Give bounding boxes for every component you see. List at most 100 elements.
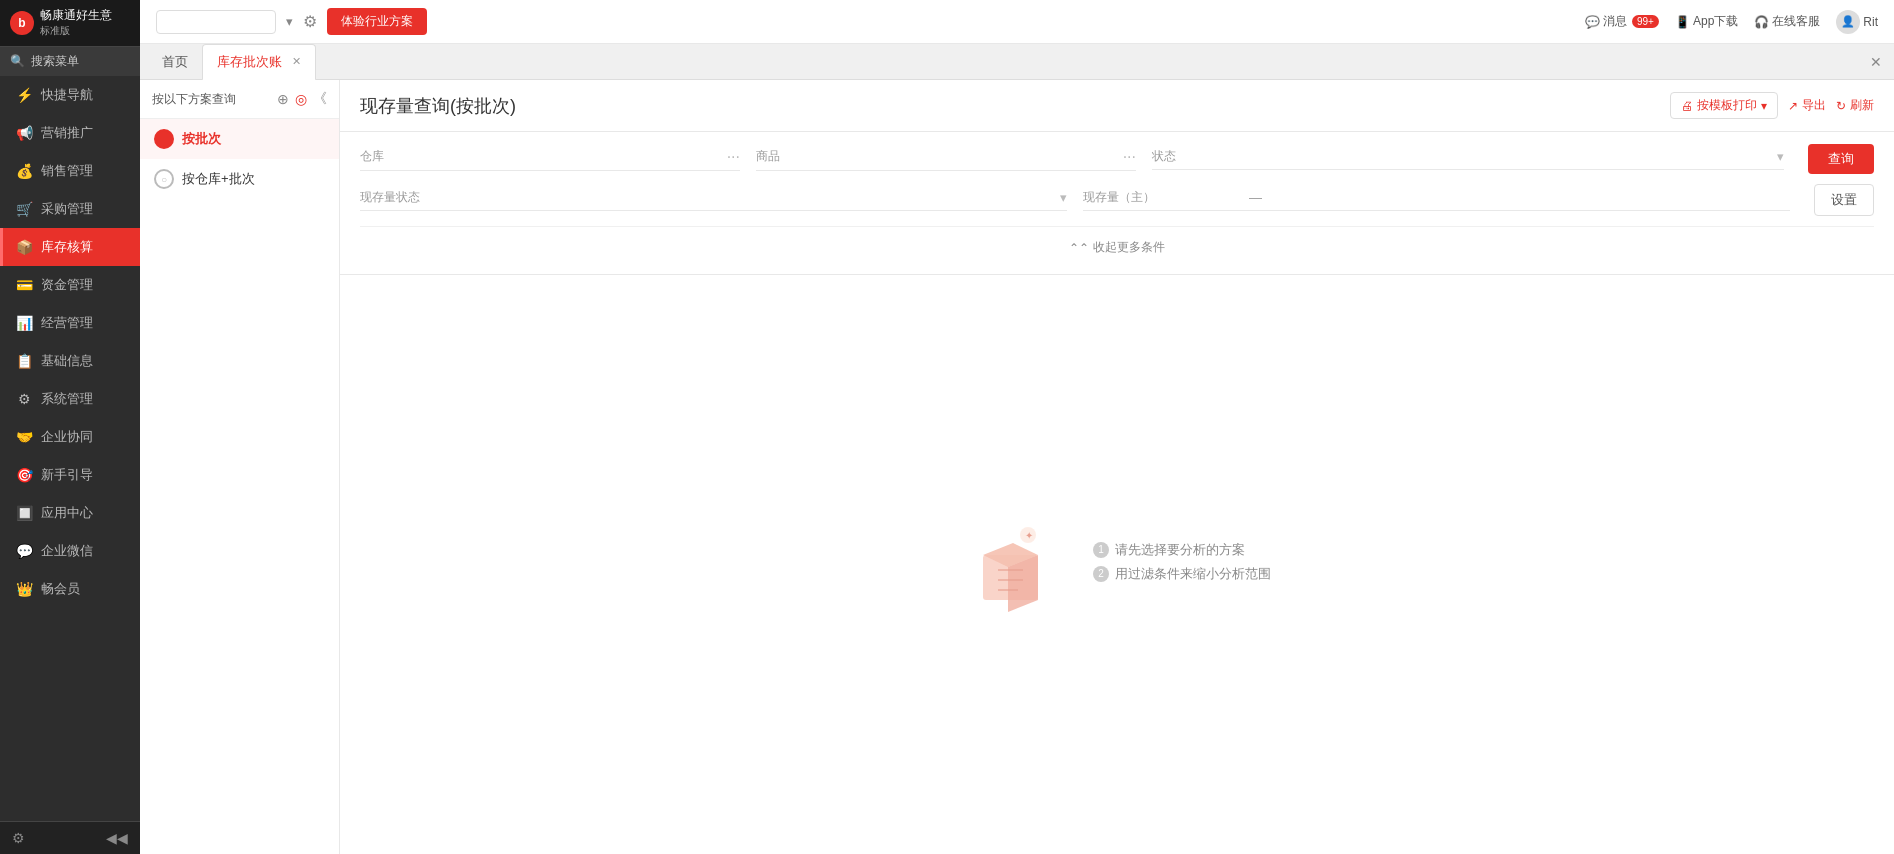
online-support-btn[interactable]: 🎧 在线客服 [1754, 13, 1820, 30]
topbar-right: 💬 消息 99+ 📱 App下载 🎧 在线客服 👤 Rit [1585, 10, 1878, 34]
filter-area: 仓库 ··· 商品 ··· 状态 ▾ 查询 [340, 132, 1894, 275]
sidebar-item-label: 新手引导 [41, 466, 93, 484]
left-panel-header-icons: ⊕ ◎ 《 [277, 90, 327, 108]
content-area: 按以下方案查询 ⊕ ◎ 《 按批次 ○ 按仓库+批次 现存量查询(按批次) [140, 80, 1894, 854]
guide-icon: 🎯 [15, 466, 33, 484]
filter-row-2: 现存量状态 ▾ 现存量（主） — 设置 [360, 184, 1874, 216]
settings-btn[interactable]: 设置 [1814, 184, 1874, 216]
message-btn[interactable]: 💬 消息 99+ [1585, 13, 1659, 30]
left-panel-header-label: 按以下方案查询 [152, 91, 236, 108]
settings-icon[interactable]: ⚙ [12, 830, 25, 846]
sidebar-item-label: 基础信息 [41, 352, 93, 370]
stock-qty-min-input[interactable] [1163, 191, 1243, 205]
sidebar-item-wechat[interactable]: 💬 企业微信 [0, 532, 140, 570]
topbar-search-input[interactable] [156, 10, 276, 34]
sidebar-item-system[interactable]: ⚙ 系统管理 [0, 380, 140, 418]
main-area: ▾ ⚙ 体验行业方案 💬 消息 99+ 📱 App下载 🎧 在线客服 👤 Rit [140, 0, 1894, 854]
scheme-warehouse-batch[interactable]: ○ 按仓库+批次 [140, 159, 339, 199]
scheme-batch[interactable]: 按批次 [140, 119, 339, 159]
sidebar-item-finance[interactable]: 💳 资金管理 [0, 266, 140, 304]
finance-icon: 💳 [15, 276, 33, 294]
status-chevron-icon[interactable]: ▾ [1777, 149, 1784, 164]
empty-tips: 1 请先选择要分析的方案 2 用过滤条件来缩小分析范围 [1093, 541, 1271, 589]
page-title: 现存量查询(按批次) [360, 94, 516, 118]
app-version: 标准版 [40, 24, 112, 38]
message-label: 消息 [1603, 13, 1627, 30]
product-filter: 商品 ··· [756, 148, 1136, 171]
product-label: 商品 [756, 148, 780, 165]
refresh-btn[interactable]: ↻ 刷新 [1836, 97, 1874, 114]
tab-bar: 首页 库存批次账 ✕ ✕ [140, 44, 1894, 80]
product-more-icon[interactable]: ··· [1123, 148, 1136, 166]
experience-btn[interactable]: 体验行业方案 [327, 8, 427, 35]
tab-close-icon[interactable]: ✕ [292, 55, 301, 68]
collapse-panel-icon[interactable]: 《 [313, 90, 327, 108]
query-action: 查询 [1808, 144, 1874, 174]
sidebar-search-label: 搜索菜单 [31, 53, 79, 70]
tip-2-text: 用过滤条件来缩小分析范围 [1115, 565, 1271, 583]
collapse-btn[interactable]: ⌃⌃ 收起更多条件 [1069, 233, 1165, 262]
query-btn[interactable]: 查询 [1808, 144, 1874, 174]
sidebar-item-marketing[interactable]: 📢 营销推广 [0, 114, 140, 152]
sales-icon: 💰 [15, 162, 33, 180]
status-filter[interactable]: 状态 ▾ [1152, 148, 1784, 170]
sidebar-item-app-center[interactable]: 🔲 应用中心 [0, 494, 140, 532]
headset-icon: 🎧 [1754, 15, 1769, 29]
print-dropdown-icon[interactable]: ▾ [1761, 99, 1767, 113]
quick-nav-icon: ⚡ [15, 86, 33, 104]
settings-gear-icon[interactable]: ⚙ [303, 12, 317, 31]
app-download-btn[interactable]: 📱 App下载 [1675, 13, 1738, 30]
product-input[interactable] [788, 150, 1119, 164]
phone-icon: 📱 [1675, 15, 1690, 29]
message-badge: 99+ [1632, 15, 1659, 28]
scheme-settings-icon[interactable]: ◎ [295, 91, 307, 107]
tip-1-text: 请先选择要分析的方案 [1115, 541, 1245, 559]
stock-qty-label: 现存量（主） [1083, 189, 1155, 206]
topbar-dropdown-icon[interactable]: ▾ [286, 14, 293, 29]
scheme-warehouse-batch-indicator: ○ [154, 169, 174, 189]
tab-panel-close-btn[interactable]: ✕ [1866, 50, 1886, 74]
print-btn[interactable]: 🖨 按模板打印 ▾ [1670, 92, 1778, 119]
sidebar-item-basic-info[interactable]: 📋 基础信息 [0, 342, 140, 380]
warehouse-more-icon[interactable]: ··· [727, 148, 740, 166]
export-label: 导出 [1802, 97, 1826, 114]
sidebar-item-inventory[interactable]: 📦 库存核算 [0, 228, 140, 266]
empty-tip-1: 1 请先选择要分析的方案 [1093, 541, 1271, 559]
sidebar-item-purchase[interactable]: 🛒 采购管理 [0, 190, 140, 228]
user-avatar[interactable]: 👤 Rit [1836, 10, 1878, 34]
sidebar-search[interactable]: 🔍 搜索菜单 [0, 47, 140, 76]
stock-qty-max-input[interactable] [1268, 191, 1348, 205]
export-btn[interactable]: ↗ 导出 [1788, 97, 1826, 114]
empty-tip-2: 2 用过滤条件来缩小分析范围 [1093, 565, 1271, 583]
add-scheme-icon[interactable]: ⊕ [277, 91, 289, 107]
topbar: ▾ ⚙ 体验行业方案 💬 消息 99+ 📱 App下载 🎧 在线客服 👤 Rit [140, 0, 1894, 44]
sidebar-item-label: 畅会员 [41, 580, 80, 598]
sidebar-item-quick-nav[interactable]: ⚡ 快捷导航 [0, 76, 140, 114]
collapse-label: 收起更多条件 [1093, 239, 1165, 256]
stock-qty-dash: — [1249, 190, 1262, 205]
stock-status-filter[interactable]: 现存量状态 ▾ [360, 189, 1067, 211]
sidebar-item-operations[interactable]: 📊 经营管理 [0, 304, 140, 342]
app-logo: b [10, 11, 34, 35]
collapse-sidebar-icon[interactable]: ◀◀ [106, 830, 128, 846]
sidebar-item-label: 采购管理 [41, 200, 93, 218]
sidebar-item-sales[interactable]: 💰 销售管理 [0, 152, 140, 190]
tab-home[interactable]: 首页 [148, 45, 202, 79]
enterprise-icon: 🤝 [15, 428, 33, 446]
sidebar-item-members[interactable]: 👑 畅会员 [0, 570, 140, 608]
refresh-label: 刷新 [1850, 97, 1874, 114]
collapse-row: ⌃⌃ 收起更多条件 [360, 226, 1874, 262]
marketing-icon: 📢 [15, 124, 33, 142]
tab-inventory-batch-label: 库存批次账 [217, 53, 282, 71]
stock-status-chevron-icon[interactable]: ▾ [1060, 190, 1067, 205]
right-panel: 现存量查询(按批次) 🖨 按模板打印 ▾ ↗ 导出 ↻ 刷新 [340, 80, 1894, 854]
warehouse-input[interactable] [392, 150, 723, 164]
sidebar: b 畅康通好生意 标准版 🔍 搜索菜单 ⚡ 快捷导航 📢 营销推广 💰 销售管理… [0, 0, 140, 854]
wechat-icon: 💬 [15, 542, 33, 560]
empty-content: ✦ 1 请先选择要分析的方案 2 用过滤条件来缩小分析范围 [963, 515, 1271, 615]
tab-inventory-batch[interactable]: 库存批次账 ✕ [202, 44, 316, 81]
sidebar-item-guide[interactable]: 🎯 新手引导 [0, 456, 140, 494]
collapse-chevron-icon: ⌃⌃ [1069, 241, 1089, 255]
sidebar-item-enterprise[interactable]: 🤝 企业协同 [0, 418, 140, 456]
operations-icon: 📊 [15, 314, 33, 332]
